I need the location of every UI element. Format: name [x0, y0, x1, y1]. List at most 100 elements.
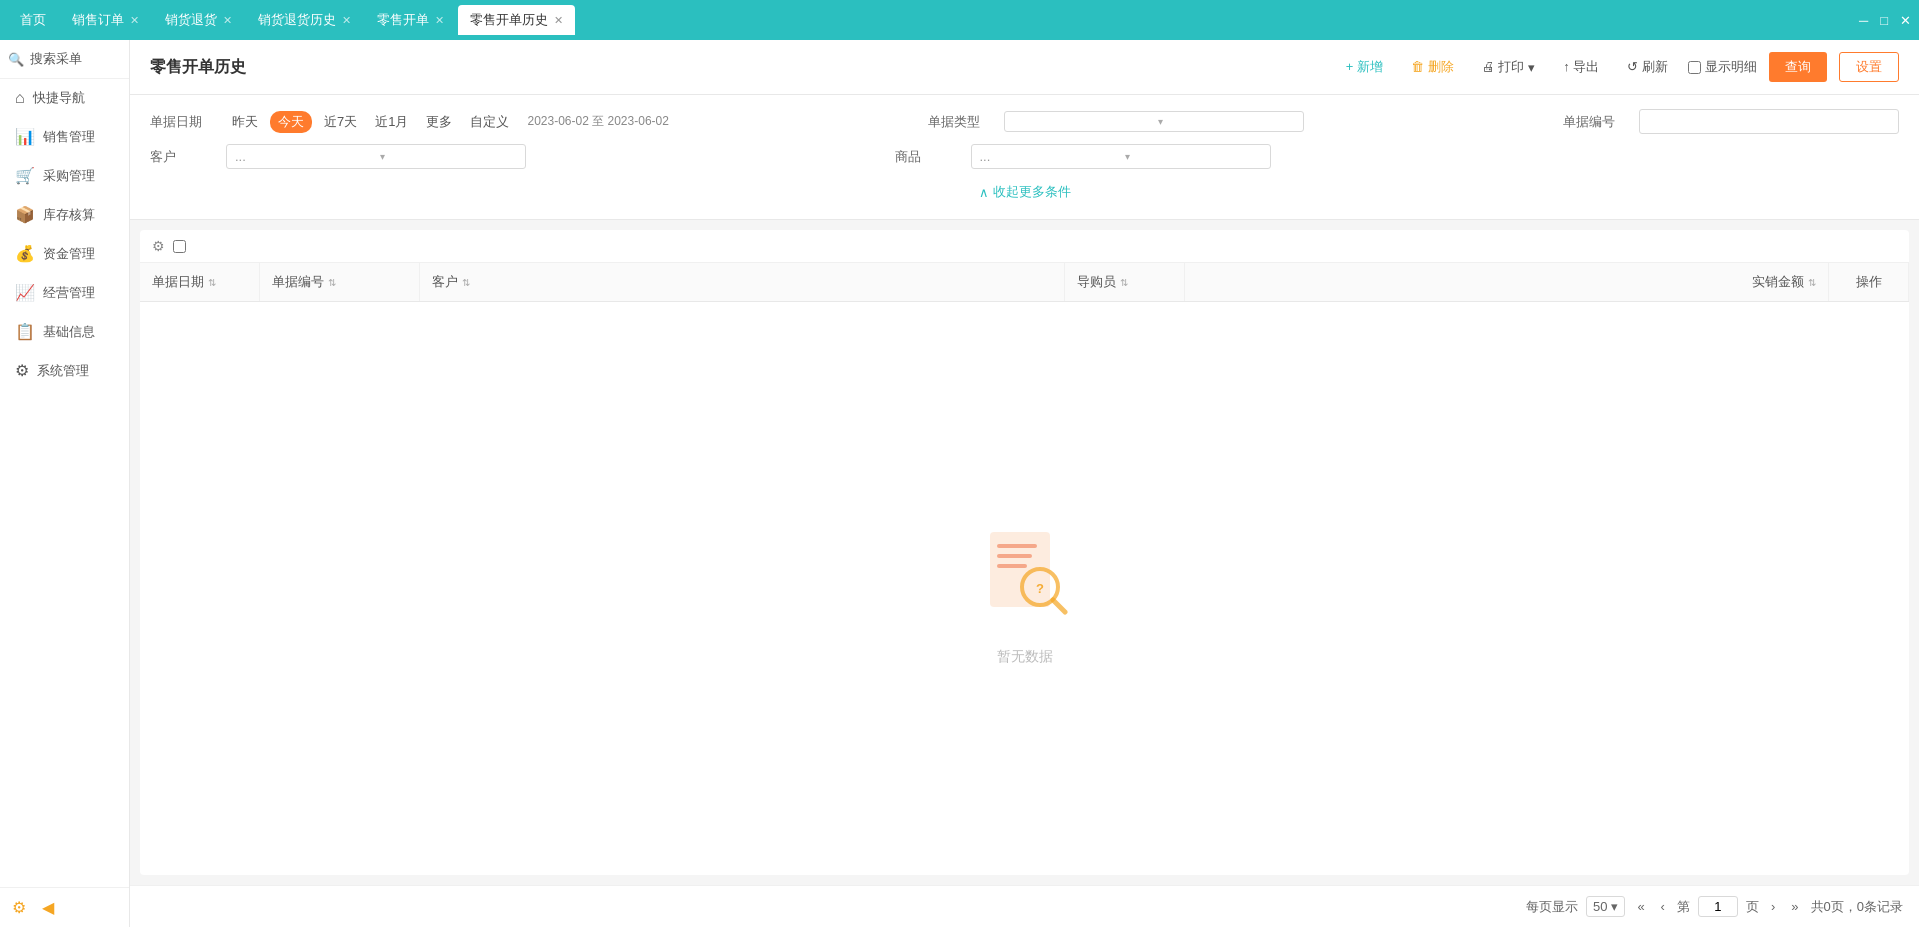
page-number-input[interactable] [1698, 896, 1738, 917]
sidebar-item-quick-nav[interactable]: ⌂ 快捷导航 [0, 79, 129, 117]
page-num-label: 第 [1677, 898, 1690, 916]
prev-page-button[interactable]: ‹ [1657, 897, 1669, 916]
page-size-label: 每页显示 [1526, 898, 1578, 916]
svg-text:?: ? [1036, 581, 1044, 596]
page-title: 零售开单历史 [150, 57, 246, 90]
sidebar-item-label: 基础信息 [43, 323, 95, 341]
query-button[interactable]: 查询 [1769, 52, 1827, 82]
close-tab-sales-return-history[interactable]: ✕ [342, 14, 351, 27]
tab-sales-order[interactable]: 销售订单 ✕ [60, 5, 151, 35]
close-window-button[interactable]: ✕ [1900, 13, 1911, 28]
sidebar-item-label: 采购管理 [43, 167, 95, 185]
sidebar-search[interactable]: 🔍 搜索采单 [0, 40, 129, 79]
close-tab-retail-open[interactable]: ✕ [435, 14, 444, 27]
filter-row-1: 单据日期 昨天 今天 近7天 近1月 更多 自定义 2023-06-02 至 2… [150, 109, 1899, 134]
goods-select[interactable]: ... ▾ [971, 144, 1271, 169]
page-size-select[interactable]: 50 ▾ [1586, 896, 1625, 917]
filter-area: 单据日期 昨天 今天 近7天 近1月 更多 自定义 2023-06-02 至 2… [130, 95, 1919, 220]
table-toolbar: ⚙ [140, 230, 1909, 263]
close-tab-retail-history[interactable]: ✕ [554, 14, 563, 27]
type-label: 单据类型 [928, 113, 988, 131]
sort-date-icon: ⇅ [208, 277, 216, 288]
table-settings-icon[interactable]: ⚙ [152, 238, 165, 254]
date-btn-more[interactable]: 更多 [420, 111, 458, 133]
main-layout: 🔍 搜索采单 ⌂ 快捷导航 📊 销售管理 🛒 采购管理 📦 库存核算 💰 资金管… [0, 40, 1919, 927]
last-page-button[interactable]: » [1787, 897, 1802, 916]
print-button[interactable]: 🖨 打印 ▾ [1474, 54, 1544, 80]
date-range-display: 2023-06-02 至 2023-06-02 [527, 113, 668, 130]
sidebar-item-operations[interactable]: 📈 经营管理 [0, 273, 129, 312]
settings-icon[interactable]: ⚙ [12, 898, 26, 917]
th-billno[interactable]: 单据编号 ⇅ [260, 263, 420, 301]
page-header: 零售开单历史 + 新增 🗑 删除 🖨 打印 ▾ ↑ 导出 ↺ 刷新 显示明细 查… [130, 40, 1919, 95]
next-page-button[interactable]: › [1767, 897, 1779, 916]
date-btn-7days[interactable]: 近7天 [318, 111, 363, 133]
filter-collapse-btn[interactable]: ∧ 收起更多条件 [150, 179, 1899, 205]
sales-icon: 📊 [15, 127, 35, 146]
empty-illustration: ? [965, 512, 1085, 632]
add-button[interactable]: + 新增 [1338, 54, 1391, 80]
date-label: 单据日期 [150, 113, 210, 131]
basic-info-icon: 📋 [15, 322, 35, 341]
tab-retail-open[interactable]: 零售开单 ✕ [365, 5, 456, 35]
settings-query-button[interactable]: 设置 [1839, 52, 1899, 82]
sidebar-item-purchase-mgmt[interactable]: 🛒 采购管理 [0, 156, 129, 195]
tab-retail-history[interactable]: 零售开单历史 ✕ [458, 5, 575, 35]
top-nav: 首页 销售订单 ✕ 销货退货 ✕ 销货退货历史 ✕ 零售开单 ✕ 零售开单历史 … [0, 0, 1919, 40]
sidebar-item-system[interactable]: ⚙ 系统管理 [0, 351, 129, 390]
tab-sales-return-history[interactable]: 销货退货历史 ✕ [246, 5, 363, 35]
sidebar-item-label: 快捷导航 [33, 89, 85, 107]
display-detail-checkbox[interactable]: 显示明细 [1688, 58, 1757, 76]
customer-label: 客户 [150, 148, 210, 166]
minimize-button[interactable]: ─ [1859, 13, 1868, 28]
svg-rect-3 [997, 564, 1027, 568]
table-header: 单据日期 ⇅ 单据编号 ⇅ 客户 ⇅ 导购员 ⇅ 实销金额 ⇅ [140, 263, 1909, 302]
total-info: 共0页，0条记录 [1811, 898, 1903, 916]
goods-select-arrow: ▾ [1125, 151, 1262, 162]
pagination: 每页显示 50 ▾ « ‹ 第 页 › » 共0页，0条记录 [130, 885, 1919, 927]
display-detail-input[interactable] [1688, 61, 1701, 74]
maximize-button[interactable]: □ [1880, 13, 1888, 28]
sidebar-item-basic-info[interactable]: 📋 基础信息 [0, 312, 129, 351]
filter-row-2: 客户 ... ▾ 商品 ... ▾ [150, 144, 1899, 169]
finance-icon: 💰 [15, 244, 35, 263]
close-tab-sales-return[interactable]: ✕ [223, 14, 232, 27]
type-select-arrow: ▾ [1158, 116, 1295, 127]
operations-icon: 📈 [15, 283, 35, 302]
close-tab-sales-order[interactable]: ✕ [130, 14, 139, 27]
date-btn-custom[interactable]: 自定义 [464, 111, 515, 133]
th-amount[interactable]: 实销金额 ⇅ [1185, 263, 1830, 301]
empty-text: 暂无数据 [997, 648, 1053, 666]
empty-state: ? 暂无数据 [140, 302, 1909, 875]
th-customer[interactable]: 客户 ⇅ [420, 263, 1065, 301]
type-select[interactable]: ▾ [1004, 111, 1304, 132]
page-label: 页 [1746, 898, 1759, 916]
th-guide[interactable]: 导购员 ⇅ [1065, 263, 1185, 301]
sidebar: 🔍 搜索采单 ⌂ 快捷导航 📊 销售管理 🛒 采购管理 📦 库存核算 💰 资金管… [0, 40, 130, 927]
customer-select[interactable]: ... ▾ [226, 144, 526, 169]
sidebar-item-label: 销售管理 [43, 128, 95, 146]
sort-guide-icon: ⇅ [1120, 277, 1128, 288]
svg-line-5 [1053, 600, 1065, 612]
svg-rect-1 [997, 544, 1037, 548]
date-btn-today[interactable]: 今天 [270, 111, 312, 133]
tab-home[interactable]: 首页 [8, 5, 58, 35]
delete-button[interactable]: 🗑 删除 [1403, 54, 1462, 80]
export-button[interactable]: ↑ 导出 [1555, 54, 1607, 80]
date-btn-yesterday[interactable]: 昨天 [226, 111, 264, 133]
select-all-checkbox[interactable] [173, 240, 186, 253]
inventory-icon: 📦 [15, 205, 35, 224]
sidebar-item-sales-mgmt[interactable]: 📊 销售管理 [0, 117, 129, 156]
window-controls: ─ □ ✕ [1859, 13, 1911, 28]
date-btn-1month[interactable]: 近1月 [369, 111, 414, 133]
tab-sales-return[interactable]: 销货退货 ✕ [153, 5, 244, 35]
table-area: ⚙ 单据日期 ⇅ 单据编号 ⇅ 客户 ⇅ 导购员 ⇅ [140, 230, 1909, 875]
billno-input[interactable] [1639, 109, 1899, 134]
sidebar-item-finance[interactable]: 💰 资金管理 [0, 234, 129, 273]
sidebar-item-inventory[interactable]: 📦 库存核算 [0, 195, 129, 234]
th-date[interactable]: 单据日期 ⇅ [140, 263, 260, 301]
collapse-icon[interactable]: ◀ [42, 898, 54, 917]
sort-amount-icon: ⇅ [1808, 277, 1816, 288]
first-page-button[interactable]: « [1633, 897, 1648, 916]
refresh-button[interactable]: ↺ 刷新 [1619, 54, 1676, 80]
